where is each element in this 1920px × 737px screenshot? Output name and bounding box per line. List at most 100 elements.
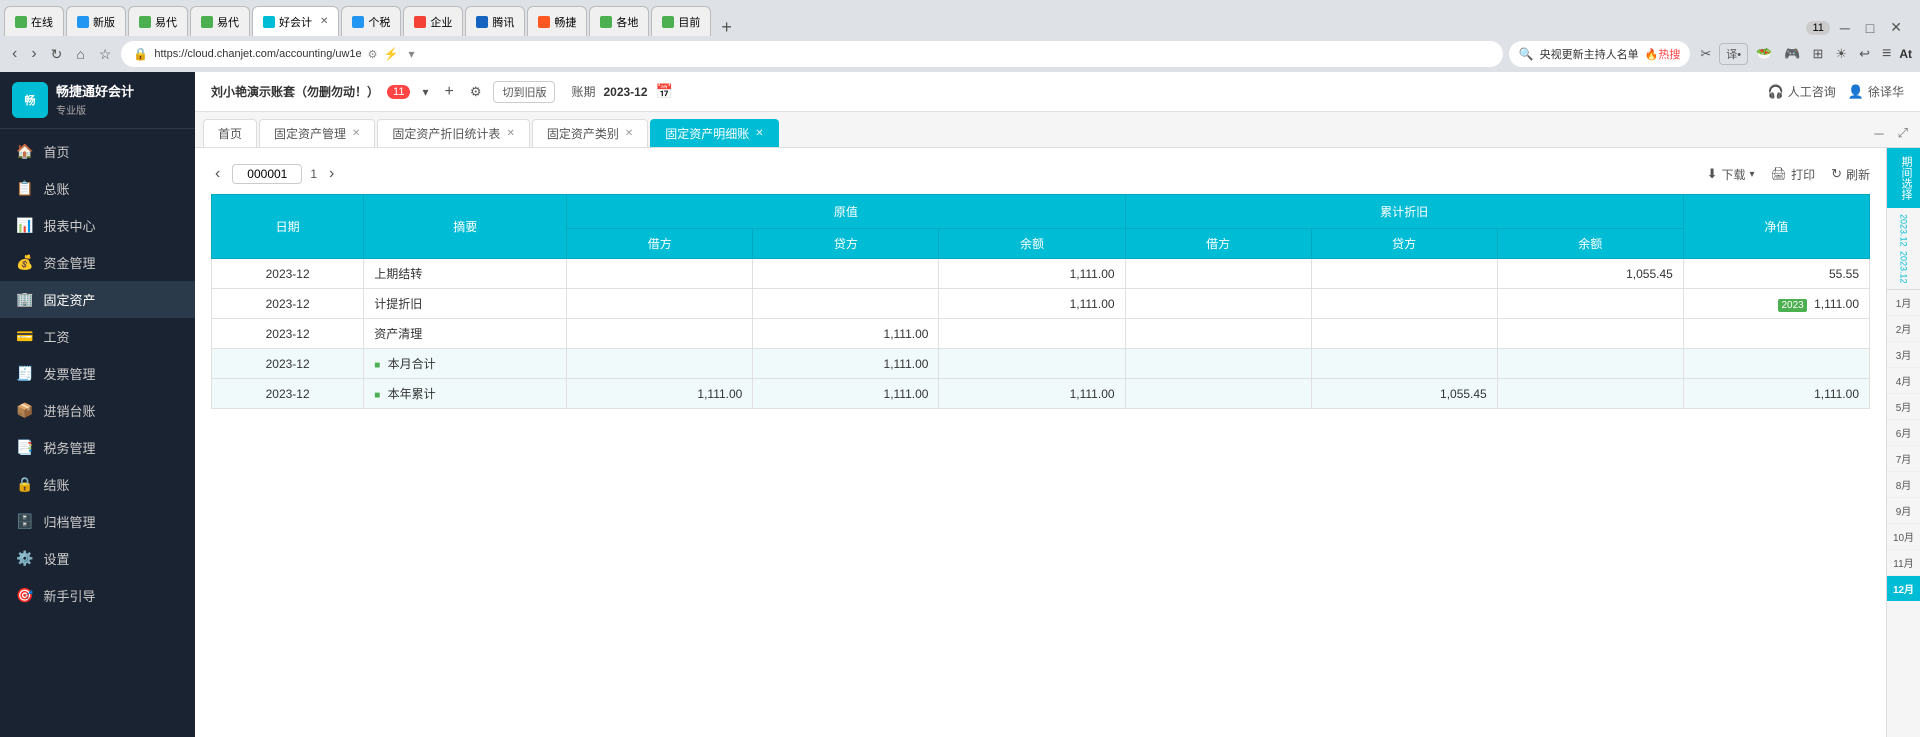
sidebar-item-tax[interactable]: 📑 税务管理	[0, 429, 195, 466]
browser-tab-1[interactable]: 在线	[4, 6, 64, 36]
grid-btn[interactable]: ⊞	[1809, 44, 1828, 64]
tab-home[interactable]: 首页	[203, 119, 257, 147]
sidebar-item-funds[interactable]: 💰 资金管理	[0, 244, 195, 281]
browser-tab-3[interactable]: 易代	[128, 6, 188, 36]
period-date-start[interactable]: 2023.12	[1897, 212, 1911, 249]
sidebar-item-inventory[interactable]: 📦 进销台账	[0, 392, 195, 429]
url-bar[interactable]: 🔒 https://cloud.chanjet.com/accounting/u…	[121, 41, 1502, 67]
sidebar-item-payroll[interactable]: 💳 工资	[0, 318, 195, 355]
prev-page-button[interactable]: ‹	[211, 165, 224, 183]
browser-tab-4[interactable]: 易代	[190, 6, 250, 36]
table-row-subtotal: 2023-12 ■ 本月合计 1,111.00	[212, 349, 1870, 379]
close-icon[interactable]: ✕	[506, 128, 514, 139]
month-4[interactable]: 4月	[1887, 368, 1920, 394]
page-number-input[interactable]	[232, 164, 302, 184]
back-button[interactable]: ‹	[8, 43, 21, 65]
cell-summary: 上期结转	[364, 259, 567, 289]
maximize-panel-button[interactable]: ⤢	[1894, 123, 1912, 143]
home-button[interactable]: ⌂	[72, 44, 88, 64]
account-select-dropdown[interactable]: ▾	[418, 85, 432, 99]
dropdown-icon[interactable]: ▾	[409, 47, 415, 61]
add-account-button[interactable]: +	[440, 83, 457, 101]
refresh-button[interactable]: ↻ 刷新	[1831, 166, 1870, 183]
sidebar-item-archive[interactable]: 🗄️ 归档管理	[0, 503, 195, 540]
customer-service-button[interactable]: 🎧 人工咨询	[1768, 83, 1836, 100]
month-10[interactable]: 10月	[1887, 524, 1920, 550]
summary-text: 本月合计	[388, 357, 436, 371]
browser-tab-2[interactable]: 新版	[66, 6, 126, 36]
next-page-button[interactable]: ›	[325, 165, 338, 183]
sidebar-item-reports[interactable]: 📊 报表中心	[0, 207, 195, 244]
sidebar-item-home[interactable]: 🏠 首页	[0, 133, 195, 170]
tab-depreciation-stats[interactable]: 固定资产折旧统计表 ✕	[377, 119, 529, 147]
theme-btn[interactable]: ☀	[1831, 44, 1851, 64]
notification-badge[interactable]: 11	[1806, 21, 1829, 35]
download-button[interactable]: ⬇ 下载 ▾	[1707, 166, 1755, 183]
sidebar-item-invoice[interactable]: 🧾 发票管理	[0, 355, 195, 392]
tab-asset-category[interactable]: 固定资产类别 ✕	[532, 119, 648, 147]
table-row[interactable]: 2023-12 资产清理 1,111.00	[212, 319, 1870, 349]
maximize-button[interactable]: □	[1860, 20, 1880, 36]
switch-version-button[interactable]: 切到旧版	[493, 81, 555, 103]
tab-label: 新版	[93, 14, 115, 30]
th-accumulated-depreciation: 累计折旧	[1125, 195, 1683, 229]
month-3[interactable]: 3月	[1887, 342, 1920, 368]
close-icon[interactable]: ✕	[755, 128, 763, 139]
minimize-panel-button[interactable]: ─	[1870, 124, 1887, 143]
month-7[interactable]: 7月	[1887, 446, 1920, 472]
month-2[interactable]: 2月	[1887, 316, 1920, 342]
period-date-end[interactable]: 2023.12	[1897, 249, 1911, 286]
browser-tab-11[interactable]: 目前	[651, 6, 711, 36]
invoice-icon: 🧾	[16, 365, 33, 382]
forward-button[interactable]: ›	[27, 43, 40, 65]
month-8[interactable]: 8月	[1887, 472, 1920, 498]
close-icon[interactable]: ✕	[352, 128, 360, 139]
cell-orig-credit	[753, 289, 939, 319]
sidebar-item-settings[interactable]: ⚙️ 设置	[0, 540, 195, 577]
browser-tab-8[interactable]: 腾讯	[465, 6, 525, 36]
table-row[interactable]: 2023-12 上期结转 1,111.00 1,055.45 55.55	[212, 259, 1870, 289]
month-6[interactable]: 6月	[1887, 420, 1920, 446]
browser-tab-10[interactable]: 各地	[589, 6, 649, 36]
translate-btn[interactable]: 译•	[1719, 43, 1748, 65]
minimize-button[interactable]: ─	[1834, 20, 1856, 36]
browser-tab-5-active[interactable]: 好会计 ✕	[252, 6, 339, 36]
month-9[interactable]: 9月	[1887, 498, 1920, 524]
close-icon[interactable]: ✕	[625, 128, 633, 139]
reload-button[interactable]: ↻	[47, 44, 67, 65]
close-window-button[interactable]: ✕	[1884, 19, 1908, 36]
month-1[interactable]: 1月	[1887, 290, 1920, 316]
new-tab-button[interactable]: +	[713, 18, 740, 36]
print-button[interactable]: 🖨 打印	[1771, 166, 1816, 183]
browser-tab-9[interactable]: 畅捷	[527, 6, 587, 36]
settings-icon-btn[interactable]: ⚙	[466, 84, 486, 100]
cell-date: 2023-12	[212, 349, 364, 379]
sidebar-item-ledger[interactable]: 📋 总账	[0, 170, 195, 207]
close-icon[interactable]: ✕	[320, 16, 328, 27]
th-summary: 摘要	[364, 195, 567, 259]
table-row[interactable]: 2023-12 计提折旧 1,111.00 2023 1,111.00	[212, 289, 1870, 319]
bookmark-button[interactable]: ☆	[95, 44, 116, 65]
scissors-icon-btn[interactable]: ✂	[1696, 44, 1715, 64]
search-bar[interactable]: 🔍 央视更新主持人名单 🔥热搜	[1509, 41, 1691, 67]
browser-tab-6[interactable]: 个税	[341, 6, 401, 36]
history-btn[interactable]: ↩	[1855, 44, 1874, 64]
sidebar-item-close[interactable]: 🔒 结账	[0, 466, 195, 503]
sidebar-item-guide[interactable]: 🎯 新手引导	[0, 577, 195, 614]
tab-asset-detail-active[interactable]: 固定资产明细账 ✕	[650, 119, 778, 147]
lightning-icon: ⚡	[384, 47, 399, 61]
browser-chrome: 在线 新版 易代 易代 好会计 ✕ 个税 企业 腾讯	[0, 0, 1920, 72]
sidebar-item-fixed-assets[interactable]: 🏢 固定资产	[0, 281, 195, 318]
period-panel: 期间选择 2023.12 2023.12 1月 2月 3月 4月 5月 6月 7…	[1886, 148, 1920, 737]
wallet-btn[interactable]: 🥗	[1752, 44, 1776, 64]
tab-fixed-assets-mgmt[interactable]: 固定资产管理 ✕	[259, 119, 375, 147]
menu-btn[interactable]: ≡	[1878, 43, 1895, 65]
month-5[interactable]: 5月	[1887, 394, 1920, 420]
browser-tab-7[interactable]: 企业	[403, 6, 463, 36]
user-avatar-button[interactable]: 👤 徐译华	[1848, 83, 1904, 100]
month-11[interactable]: 11月	[1887, 550, 1920, 576]
calendar-icon[interactable]: 📅	[656, 83, 673, 100]
month-12-active[interactable]: 12月	[1887, 576, 1920, 601]
subtotal-icon: ■	[374, 360, 380, 371]
game-btn[interactable]: 🎮	[1780, 44, 1804, 64]
